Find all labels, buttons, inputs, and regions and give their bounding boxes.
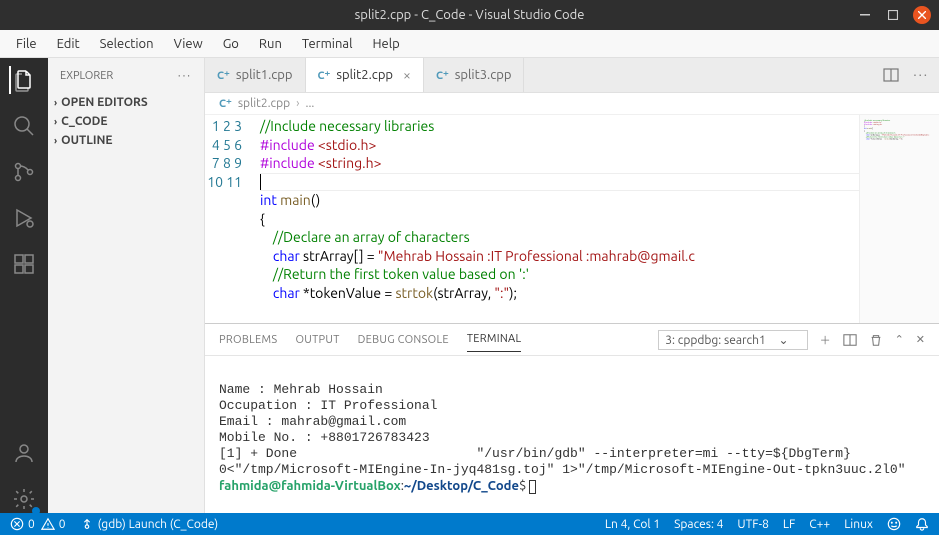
activity-bar	[0, 58, 48, 513]
account-icon[interactable]	[10, 439, 38, 467]
terminal-output[interactable]: Name : Mehrab Hossain Occupation : IT Pr…	[205, 356, 939, 513]
extensions-icon[interactable]	[10, 250, 38, 278]
bottom-panel: PROBLEMS OUTPUT DEBUG CONSOLE TERMINAL 3…	[205, 323, 939, 513]
run-debug-icon[interactable]	[10, 204, 38, 232]
panel-tablist: PROBLEMS OUTPUT DEBUG CONSOLE TERMINAL 3…	[205, 324, 939, 356]
cpp-file-icon: C⁺	[219, 97, 232, 110]
tab-split2[interactable]: C⁺ split2.cpp ×	[306, 58, 424, 92]
close-button[interactable]	[913, 6, 931, 24]
search-icon[interactable]	[10, 112, 38, 140]
code-content[interactable]: //Include necessary libraries#include <s…	[260, 115, 859, 323]
status-errors[interactable]: 0	[10, 517, 35, 531]
split-editor-icon[interactable]	[883, 67, 899, 83]
close-panel-icon[interactable]: ✕	[916, 333, 925, 346]
kill-terminal-icon[interactable]	[869, 333, 883, 347]
minimize-button[interactable]	[857, 7, 873, 23]
new-terminal-icon[interactable]: ＋	[820, 332, 831, 348]
explorer-icon[interactable]	[9, 66, 37, 94]
menu-bar: File Edit Selection View Go Run Terminal…	[0, 30, 939, 58]
menu-selection[interactable]: Selection	[90, 33, 164, 55]
panel-output[interactable]: OUTPUT	[295, 328, 339, 352]
chevron-right-icon: ›	[296, 97, 299, 110]
settings-gear-icon[interactable]	[10, 485, 38, 513]
cpp-file-icon: C⁺	[318, 69, 331, 82]
split-terminal-icon[interactable]	[843, 333, 857, 347]
maximize-button[interactable]	[885, 7, 901, 23]
panel-problems[interactable]: PROBLEMS	[219, 328, 277, 352]
breadcrumb[interactable]: C⁺ split2.cpp › ...	[205, 93, 939, 115]
menu-run[interactable]: Run	[249, 33, 292, 55]
close-tab-icon[interactable]: ×	[403, 68, 411, 82]
status-bell-icon[interactable]	[915, 517, 929, 531]
section-outline[interactable]: ›OUTLINE	[48, 131, 204, 150]
menu-file[interactable]: File	[6, 33, 47, 55]
status-encoding[interactable]: UTF-8	[737, 518, 768, 531]
status-lang[interactable]: C++	[809, 518, 830, 531]
tab-split1[interactable]: C⁺ split1.cpp	[205, 58, 306, 92]
cpp-file-icon: C⁺	[436, 69, 449, 82]
settings-badge	[32, 507, 40, 515]
status-feedback-icon[interactable]	[887, 517, 901, 531]
minimap[interactable]: //Include necessary libraries#include <s…	[859, 115, 939, 323]
section-open-editors[interactable]: ›OPEN EDITORS	[48, 93, 204, 112]
source-control-icon[interactable]	[10, 158, 38, 186]
chevron-right-icon: ›	[54, 97, 57, 108]
window-title: split2.cpp - C_Code - Visual Studio Code	[355, 8, 585, 22]
cpp-file-icon: C⁺	[217, 69, 230, 82]
code-editor[interactable]: 1 2 3 4 5 6 7 8 9 10 11 //Include necess…	[205, 115, 939, 323]
menu-terminal[interactable]: Terminal	[292, 33, 363, 55]
status-bar: 0 0 (gdb) Launch (C_Code) Ln 4, Col 1 Sp…	[0, 513, 939, 535]
explorer-sidebar: EXPLORER ··· ›OPEN EDITORS ›C_CODE ›OUTL…	[48, 58, 205, 513]
title-bar: split2.cpp - C_Code - Visual Studio Code	[0, 0, 939, 30]
status-eol[interactable]: LF	[783, 518, 795, 531]
chevron-right-icon: ›	[54, 116, 57, 127]
sidebar-more-icon[interactable]: ···	[178, 70, 192, 82]
menu-help[interactable]: Help	[362, 33, 409, 55]
chevron-right-icon: ›	[54, 135, 57, 146]
line-numbers: 1 2 3 4 5 6 7 8 9 10 11	[205, 115, 260, 323]
status-position[interactable]: Ln 4, Col 1	[605, 518, 660, 531]
panel-terminal[interactable]: TERMINAL	[467, 327, 522, 352]
status-os[interactable]: Linux	[844, 518, 873, 531]
window-controls	[857, 6, 931, 24]
editor-area: C⁺ split1.cpp C⁺ split2.cpp × C⁺ split3.…	[205, 58, 939, 513]
editor-tabs: C⁺ split1.cpp C⁺ split2.cpp × C⁺ split3.…	[205, 58, 939, 93]
panel-debug-console[interactable]: DEBUG CONSOLE	[358, 328, 449, 352]
menu-go[interactable]: Go	[213, 33, 249, 55]
sidebar-title: EXPLORER	[60, 70, 113, 82]
menu-view[interactable]: View	[164, 33, 213, 55]
status-warnings[interactable]: 0	[41, 517, 66, 531]
maximize-panel-icon[interactable]: ⌃	[895, 333, 904, 346]
status-launch[interactable]: (gdb) Launch (C_Code)	[80, 517, 219, 531]
section-folder[interactable]: ›C_CODE	[48, 112, 204, 131]
tab-split3[interactable]: C⁺ split3.cpp	[424, 58, 525, 92]
editor-more-icon[interactable]: ···	[913, 68, 929, 82]
chevron-down-icon: ⌄	[779, 334, 789, 347]
terminal-selector[interactable]: 3: cppdbg: search1 ⌄	[658, 330, 807, 350]
menu-edit[interactable]: Edit	[47, 33, 90, 55]
status-spaces[interactable]: Spaces: 4	[674, 518, 723, 531]
